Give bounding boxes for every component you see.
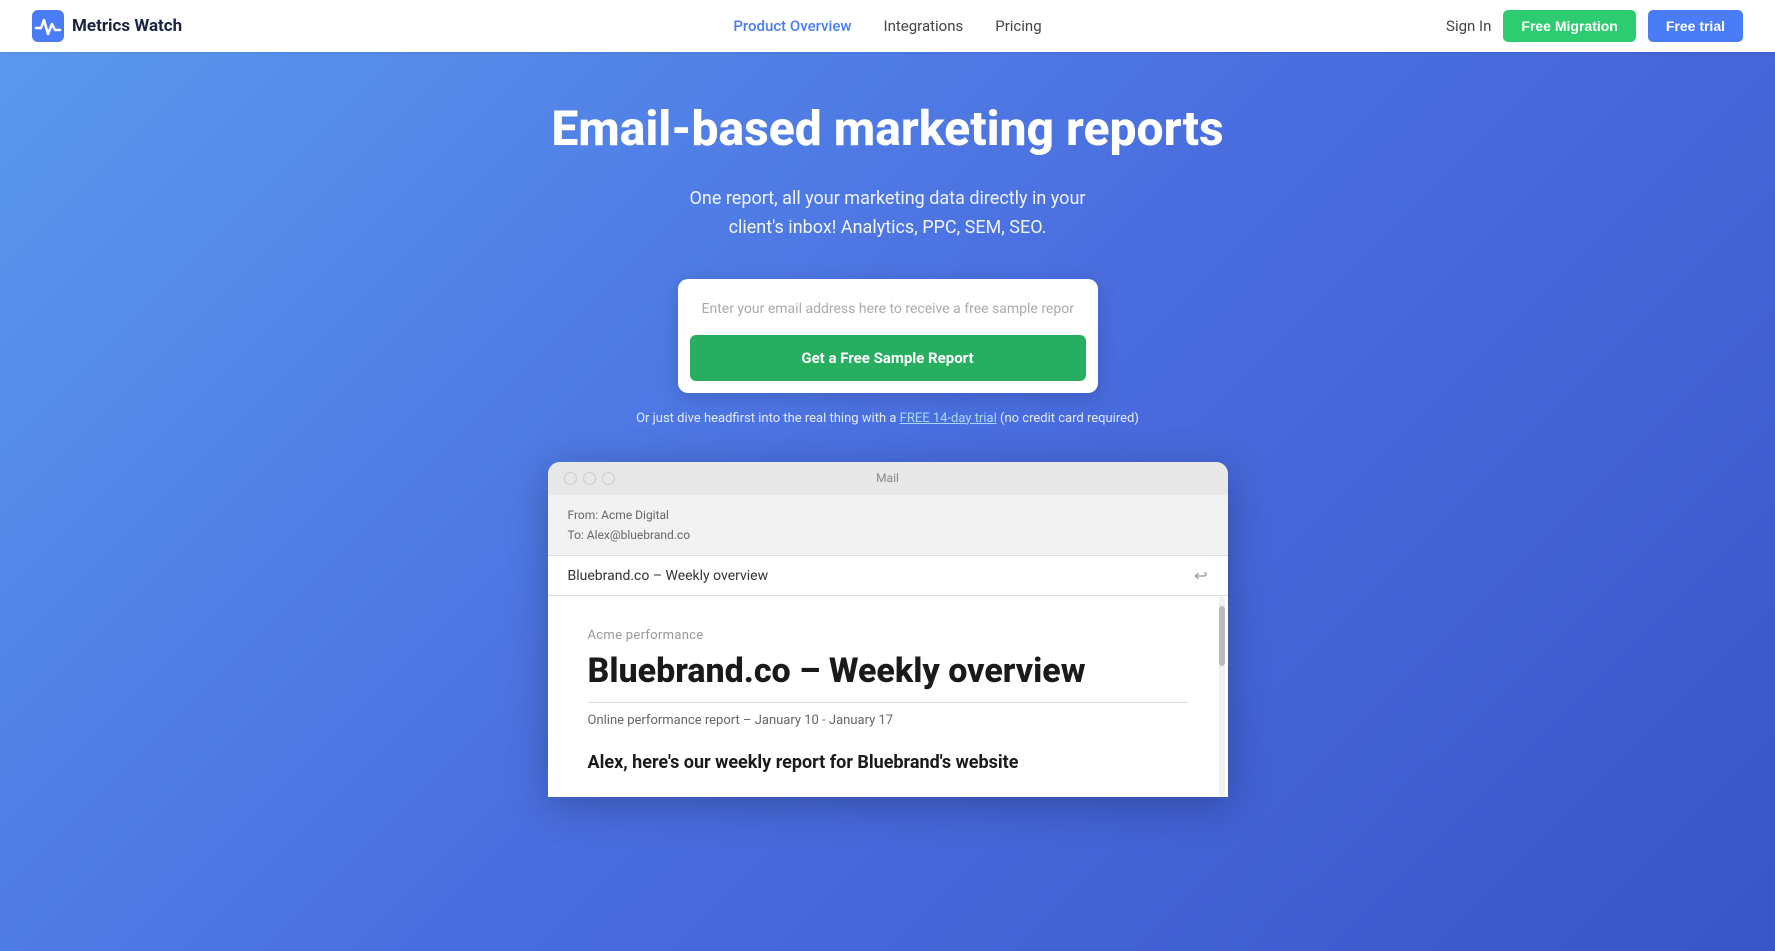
nav-actions: Sign In Free Migration Free trial	[1446, 10, 1743, 42]
navbar: Metrics Watch Product Overview Integrati…	[0, 0, 1775, 52]
brand-logo[interactable]: Metrics Watch	[32, 10, 182, 42]
mail-subject-bar: Bluebrand.co – Weekly overview ↩	[548, 556, 1228, 596]
free-migration-button[interactable]: Free Migration	[1503, 10, 1635, 42]
mail-divider	[588, 702, 1188, 703]
mail-to: To: Alex@bluebrand.co	[568, 525, 1208, 545]
email-input[interactable]	[690, 291, 1086, 327]
mail-subject: Bluebrand.co – Weekly overview	[568, 568, 769, 584]
mail-report-title: Bluebrand.co – Weekly overview	[588, 651, 1188, 692]
brand-name: Metrics Watch	[72, 16, 182, 36]
free-trial-button[interactable]: Free trial	[1648, 10, 1743, 42]
logo-icon	[32, 10, 64, 42]
mail-header: From: Acme Digital To: Alex@bluebrand.co	[548, 495, 1228, 557]
free-trial-link[interactable]: FREE 14-day trial	[900, 411, 997, 426]
hero-title: Email-based marketing reports	[551, 100, 1223, 157]
traffic-lights	[564, 472, 615, 485]
tl-green	[602, 472, 615, 485]
hero-cta-sub: Or just dive headfirst into the real thi…	[636, 411, 1139, 426]
email-form: Get a Free Sample Report	[678, 279, 1098, 393]
mail-greeting: Alex, here's our weekly report for Blueb…	[588, 752, 1188, 773]
nav-pricing[interactable]: Pricing	[995, 17, 1041, 35]
tl-yellow	[583, 472, 596, 485]
mail-from: From: Acme Digital	[568, 505, 1208, 525]
sign-in-link[interactable]: Sign In	[1446, 17, 1491, 35]
hero-subtitle: One report, all your marketing data dire…	[668, 185, 1108, 243]
mail-title-bar: Mail	[548, 462, 1228, 495]
scrollbar[interactable]	[1218, 596, 1226, 797]
mail-preview-window: Mail From: Acme Digital To: Alex@bluebra…	[548, 462, 1228, 798]
nav-links: Product Overview Integrations Pricing	[733, 17, 1041, 35]
hero-section: Email-based marketing reports One report…	[0, 0, 1775, 951]
mail-body: Acme performance Bluebrand.co – Weekly o…	[548, 596, 1228, 797]
tl-red	[564, 472, 577, 485]
nav-integrations[interactable]: Integrations	[884, 17, 964, 35]
sample-report-button[interactable]: Get a Free Sample Report	[690, 335, 1086, 381]
nav-product-overview[interactable]: Product Overview	[733, 17, 851, 35]
mail-window-label: Mail	[876, 471, 899, 485]
mail-date-range: Online performance report – January 10 -…	[588, 713, 1188, 728]
mail-acme-label: Acme performance	[588, 628, 1188, 643]
reply-icon: ↩	[1194, 566, 1207, 585]
